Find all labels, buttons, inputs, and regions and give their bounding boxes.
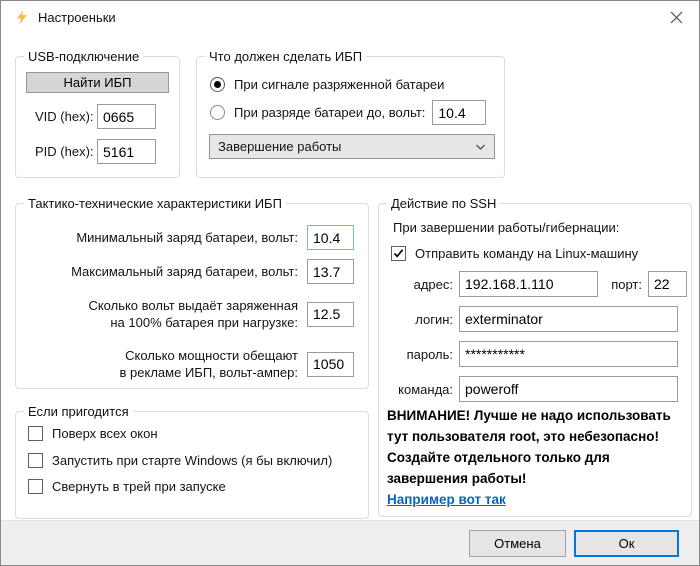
ups-action-group-title: Что должен сделать ИБП <box>205 49 367 64</box>
password-input[interactable] <box>459 341 678 367</box>
spec-row-max-charge: Максимальный заряд батареи, вольт: <box>71 259 354 284</box>
port-input[interactable] <box>648 271 687 297</box>
window-title: Настроеньки <box>38 9 116 25</box>
ssh-subtitle: При завершении работы/гибернации: <box>393 220 620 235</box>
topmost-label: Поверх всех окон <box>52 426 158 441</box>
ups-action-group: Что должен сделать ИБП При сигнале разря… <box>196 49 505 178</box>
max-charge-label: Максимальный заряд батареи, вольт: <box>71 264 298 279</box>
min-charge-input[interactable] <box>307 225 354 250</box>
voltage-threshold-input[interactable] <box>432 100 487 125</box>
ssh-send-row: Отправить команду на Linux-машину <box>391 246 638 261</box>
load-voltage-input[interactable] <box>307 301 354 327</box>
find-ups-button[interactable]: Найти ИБП <box>26 72 169 93</box>
ssh-group: Действие по SSH При завершении работы/ги… <box>378 196 692 517</box>
ssh-note: ВНИМАНИЕ! Лучше не надо использовать тут… <box>387 405 685 510</box>
radio-voltage[interactable] <box>210 105 225 120</box>
topmost-row: Поверх всех окон <box>28 426 158 441</box>
pid-input[interactable] <box>97 139 156 164</box>
ok-button[interactable]: Ок <box>574 530 679 557</box>
command-label: команда: <box>398 381 453 397</box>
specs-group-title: Тактико-технические характеристики ИБП <box>24 196 286 211</box>
command-row: команда: <box>381 376 678 402</box>
rated-power-label: Сколько мощности обещают в рекламе ИБП, … <box>119 348 298 380</box>
topmost-checkbox[interactable] <box>28 426 43 441</box>
vid-label: VID (hex): <box>35 109 94 124</box>
specs-group: Тактико-технические характеристики ИБП М… <box>15 196 369 389</box>
address-row: адрес: порт: <box>381 271 687 297</box>
tray-label: Свернуть в трей при запуске <box>52 479 226 494</box>
login-input[interactable] <box>459 306 678 332</box>
root-warning-text: ВНИМАНИЕ! Лучше не надо использовать тут… <box>387 408 671 486</box>
radio-voltage-label: При разряде батареи до, вольт: <box>234 105 426 120</box>
address-input[interactable] <box>459 271 598 297</box>
radio-row-voltage: При разряде батареи до, вольт: <box>210 100 487 125</box>
footer-bar: Отмена Ок <box>1 520 699 565</box>
ssh-group-title: Действие по SSH <box>387 196 501 211</box>
autostart-checkbox[interactable] <box>28 453 43 468</box>
port-label: порт: <box>611 276 642 292</box>
title-bar: Настроеньки <box>1 1 699 33</box>
login-row: логин: <box>381 306 678 332</box>
tray-checkbox[interactable] <box>28 479 43 494</box>
close-icon[interactable] <box>653 1 699 33</box>
max-charge-input[interactable] <box>307 259 354 284</box>
password-row: пароль: <box>381 341 678 367</box>
tray-row: Свернуть в трей при запуске <box>28 479 226 494</box>
load-voltage-label: Сколько вольт выдаёт заряженная на 100% … <box>88 298 298 330</box>
radio-signal[interactable] <box>210 77 225 92</box>
example-link[interactable]: Например вот так <box>387 489 506 510</box>
command-input[interactable] <box>459 376 678 402</box>
extras-group-title: Если пригодится <box>24 404 133 419</box>
shutdown-mode-value: Завершение работы <box>218 139 342 154</box>
spec-row-rated-power: Сколько мощности обещают в рекламе ИБП, … <box>120 347 354 381</box>
usb-group-title: USB-подключение <box>24 49 144 64</box>
spec-row-load-voltage: Сколько вольт выдаёт заряженная на 100% … <box>88 297 354 331</box>
address-label: адрес: <box>413 276 453 292</box>
min-charge-label: Минимальный заряд батареи, вольт: <box>76 230 298 245</box>
vid-row: VID (hex): <box>35 104 156 129</box>
radio-signal-label: При сигнале разряженной батареи <box>234 77 445 92</box>
lightning-icon <box>13 9 30 26</box>
extras-group: Если пригодится Поверх всех окон Запусти… <box>15 404 369 519</box>
rated-power-input[interactable] <box>307 351 354 377</box>
pid-row: PID (hex): <box>35 139 156 164</box>
cancel-button[interactable]: Отмена <box>469 530 566 557</box>
usb-group: USB-подключение Найти ИБП VID (hex): PID… <box>15 49 180 178</box>
password-label: пароль: <box>406 346 453 362</box>
autostart-label: Запустить при старте Windows (я бы включ… <box>52 453 333 468</box>
vid-input[interactable] <box>97 104 156 129</box>
radio-row-signal: При сигнале разряженной батареи <box>210 77 444 92</box>
autostart-row: Запустить при старте Windows (я бы включ… <box>28 453 332 468</box>
shutdown-mode-select[interactable]: Завершение работы <box>209 134 495 159</box>
send-command-checkbox[interactable] <box>391 246 406 261</box>
spec-row-min-charge: Минимальный заряд батареи, вольт: <box>76 225 354 250</box>
login-label: логин: <box>415 311 453 327</box>
settings-dialog: Настроеньки USB-подключение Найти ИБП VI… <box>0 0 700 566</box>
chevron-down-icon <box>475 143 486 151</box>
send-command-label: Отправить команду на Linux-машину <box>415 246 639 261</box>
pid-label: PID (hex): <box>35 144 94 159</box>
